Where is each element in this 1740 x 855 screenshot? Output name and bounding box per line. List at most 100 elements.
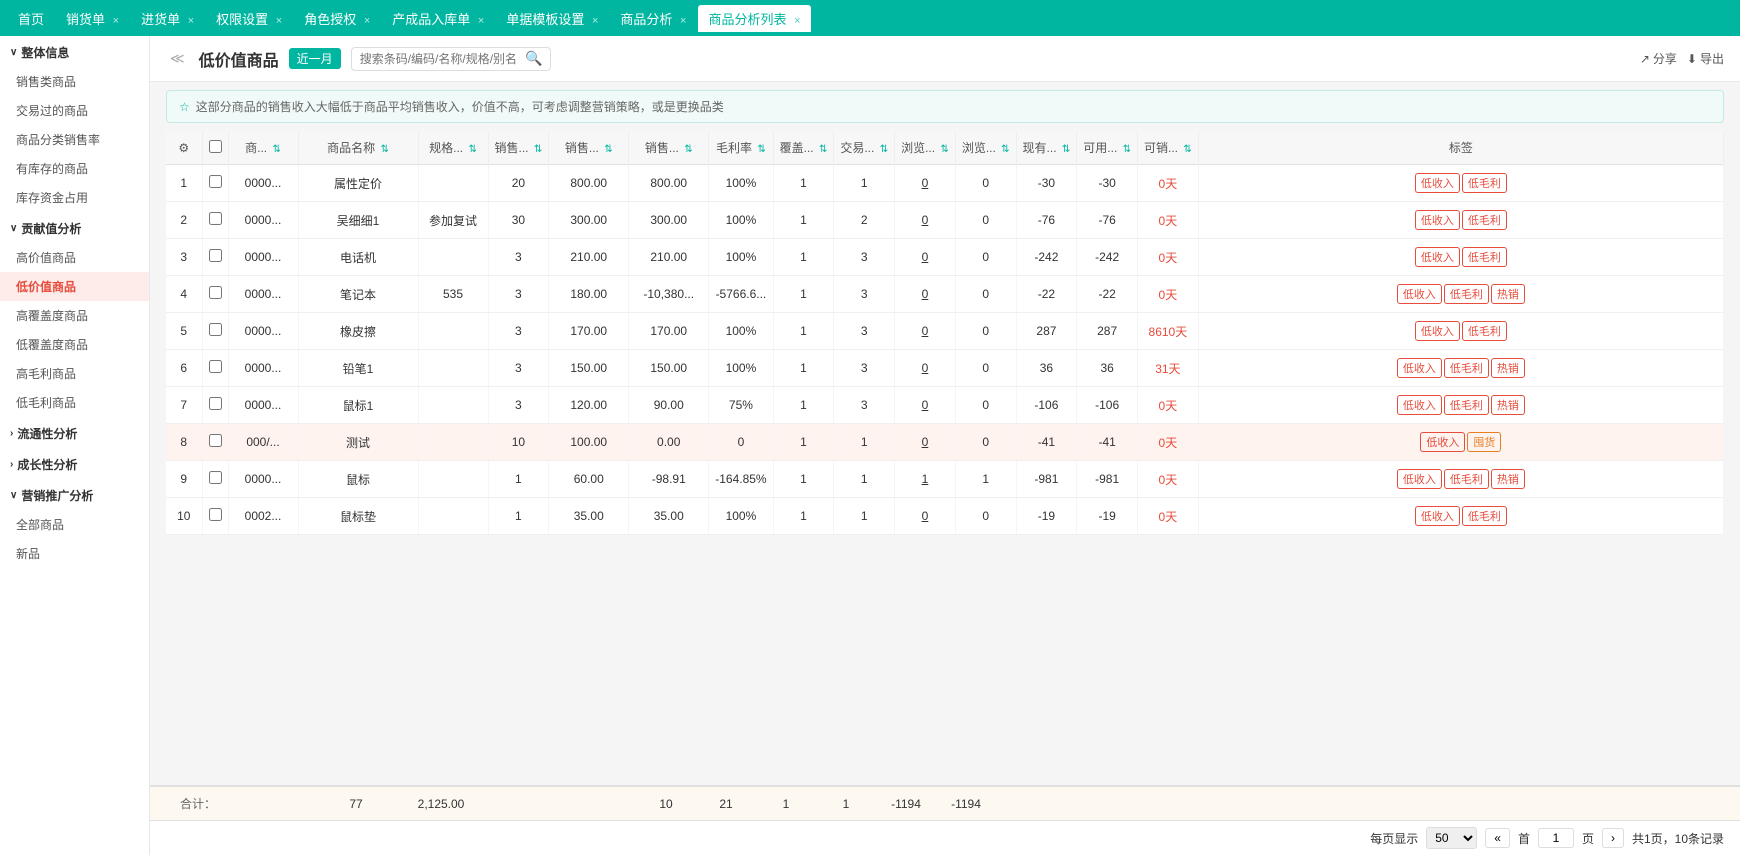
row-select-checkbox[interactable] xyxy=(209,212,222,225)
row-checkbox[interactable] xyxy=(202,313,228,350)
th-sales3[interactable]: 销售... ⇅ xyxy=(629,131,709,165)
row-browse1[interactable]: 0 xyxy=(895,276,956,313)
row-select-checkbox[interactable] xyxy=(209,397,222,410)
sidebar-section-circulation[interactable]: › 流通性分析 xyxy=(0,417,149,448)
sidebar-item-all-products[interactable]: 全部商品 xyxy=(0,510,149,539)
search-input[interactable] xyxy=(351,47,551,71)
sidebar-item-category-sales[interactable]: 商品分类销售率 xyxy=(0,125,149,154)
th-product-name[interactable]: 商品名称 ⇅ xyxy=(298,131,418,165)
sidebar-section-contribution[interactable]: ∨ 贡献值分析 xyxy=(0,212,149,243)
per-page-select[interactable]: 50 100 200 xyxy=(1426,827,1477,849)
th-current-inv[interactable]: 现有... ⇅ xyxy=(1016,131,1077,165)
sidebar-section-marketing[interactable]: ∨ 营销推广分析 xyxy=(0,479,149,510)
nav-sales[interactable]: 销货单 × xyxy=(56,5,129,32)
row-select-checkbox[interactable] xyxy=(209,286,222,299)
nav-product-analysis[interactable]: 商品分析 × xyxy=(610,5,696,32)
browse-link[interactable]: 0 xyxy=(922,435,929,449)
row-select-checkbox[interactable] xyxy=(209,360,222,373)
nav-home[interactable]: 首页 xyxy=(8,5,54,32)
row-checkbox[interactable] xyxy=(202,202,228,239)
share-button[interactable]: ↗ 分享 xyxy=(1640,50,1677,67)
page-number-input[interactable] xyxy=(1538,828,1574,848)
browse-link[interactable]: 0 xyxy=(922,213,929,227)
th-checkbox[interactable] xyxy=(202,131,228,165)
row-checkbox[interactable] xyxy=(202,498,228,535)
nav-purchase[interactable]: 进货单 × xyxy=(131,5,204,32)
sidebar-section-growth[interactable]: › 成长性分析 xyxy=(0,448,149,479)
browse-link[interactable]: 0 xyxy=(922,287,929,301)
row-browse1[interactable]: 0 xyxy=(895,202,956,239)
row-select-checkbox[interactable] xyxy=(209,175,222,188)
row-select-checkbox[interactable] xyxy=(209,508,222,521)
close-icon[interactable]: × xyxy=(364,15,370,27)
sidebar-section-overall[interactable]: ∨ 整体信息 xyxy=(0,36,149,67)
browse-link[interactable]: 0 xyxy=(922,509,929,523)
sidebar-item-high-value[interactable]: 高价值商品 xyxy=(0,243,149,272)
sidebar-collapse-button[interactable]: ≪ xyxy=(166,46,189,71)
sidebar-item-low-value[interactable]: 低价值商品 xyxy=(0,272,149,301)
browse-link[interactable]: 0 xyxy=(922,324,929,338)
browse-link[interactable]: 0 xyxy=(922,176,929,190)
th-sales2[interactable]: 销售... ⇅ xyxy=(549,131,629,165)
next-page-button[interactable]: › xyxy=(1602,828,1624,848)
row-browse1[interactable]: 0 xyxy=(895,313,956,350)
th-saleable-inv[interactable]: 可销... ⇅ xyxy=(1138,131,1199,165)
close-icon[interactable]: × xyxy=(188,15,194,27)
row-browse1[interactable]: 1 xyxy=(895,461,956,498)
row-checkbox[interactable] xyxy=(202,350,228,387)
close-icon[interactable]: × xyxy=(592,15,598,27)
sidebar-item-traded-products[interactable]: 交易过的商品 xyxy=(0,96,149,125)
row-checkbox[interactable] xyxy=(202,239,228,276)
close-icon[interactable]: × xyxy=(794,15,800,27)
nav-product-inbound[interactable]: 产成品入库单 × xyxy=(382,5,494,32)
nav-roles[interactable]: 角色授权 × xyxy=(294,5,380,32)
row-checkbox[interactable] xyxy=(202,461,228,498)
export-button[interactable]: ⬇ 导出 xyxy=(1687,50,1724,67)
close-icon[interactable]: × xyxy=(680,15,686,27)
th-margin-rate[interactable]: 毛利率 ⇅ xyxy=(709,131,773,165)
browse-link[interactable]: 0 xyxy=(922,250,929,264)
sidebar-item-stocked-products[interactable]: 有库存的商品 xyxy=(0,154,149,183)
th-spec[interactable]: 规格... ⇅ xyxy=(418,131,488,165)
th-transactions[interactable]: 交易... ⇅ xyxy=(834,131,895,165)
nav-permissions[interactable]: 权限设置 × xyxy=(206,5,292,32)
row-select-checkbox[interactable] xyxy=(209,434,222,447)
row-checkbox[interactable] xyxy=(202,424,228,461)
row-checkbox[interactable] xyxy=(202,165,228,202)
close-icon[interactable]: × xyxy=(478,15,484,27)
th-code[interactable]: 商... ⇅ xyxy=(228,131,298,165)
time-filter-button[interactable]: 近一月 xyxy=(289,48,341,69)
row-select-checkbox[interactable] xyxy=(209,249,222,262)
sidebar-item-low-margin[interactable]: 低毛利商品 xyxy=(0,388,149,417)
th-browse1[interactable]: 浏览... ⇅ xyxy=(895,131,956,165)
nav-template[interactable]: 单据模板设置 × xyxy=(496,5,608,32)
browse-link[interactable]: 0 xyxy=(922,361,929,375)
sidebar-item-sales-products[interactable]: 销售类商品 xyxy=(0,67,149,96)
th-browse2[interactable]: 浏览... ⇅ xyxy=(955,131,1016,165)
row-checkbox[interactable] xyxy=(202,276,228,313)
row-checkbox[interactable] xyxy=(202,387,228,424)
close-icon[interactable]: × xyxy=(276,15,282,27)
row-browse1[interactable]: 0 xyxy=(895,165,956,202)
sidebar-item-inventory-capital[interactable]: 库存资金占用 xyxy=(0,183,149,212)
row-select-checkbox[interactable] xyxy=(209,471,222,484)
first-page-button[interactable]: « xyxy=(1485,828,1510,848)
th-coverage[interactable]: 覆盖... ⇅ xyxy=(773,131,834,165)
nav-product-analysis-list[interactable]: 商品分析列表 × xyxy=(698,5,810,32)
row-select-checkbox[interactable] xyxy=(209,323,222,336)
row-browse1[interactable]: 0 xyxy=(895,239,956,276)
th-settings[interactable]: ⚙ xyxy=(166,131,202,165)
close-icon[interactable]: × xyxy=(113,15,119,27)
sidebar-item-high-coverage[interactable]: 高覆盖度商品 xyxy=(0,301,149,330)
select-all-checkbox[interactable] xyxy=(209,140,222,153)
row-browse1[interactable]: 0 xyxy=(895,498,956,535)
sidebar-item-new-products[interactable]: 新品 xyxy=(0,539,149,568)
sidebar-item-low-coverage[interactable]: 低覆盖度商品 xyxy=(0,330,149,359)
sidebar-item-high-margin[interactable]: 高毛利商品 xyxy=(0,359,149,388)
th-sales1[interactable]: 销售... ⇅ xyxy=(488,131,549,165)
row-browse1[interactable]: 0 xyxy=(895,424,956,461)
browse-link[interactable]: 0 xyxy=(922,398,929,412)
th-available-inv[interactable]: 可用... ⇅ xyxy=(1077,131,1138,165)
row-browse1[interactable]: 0 xyxy=(895,350,956,387)
row-browse1[interactable]: 0 xyxy=(895,387,956,424)
